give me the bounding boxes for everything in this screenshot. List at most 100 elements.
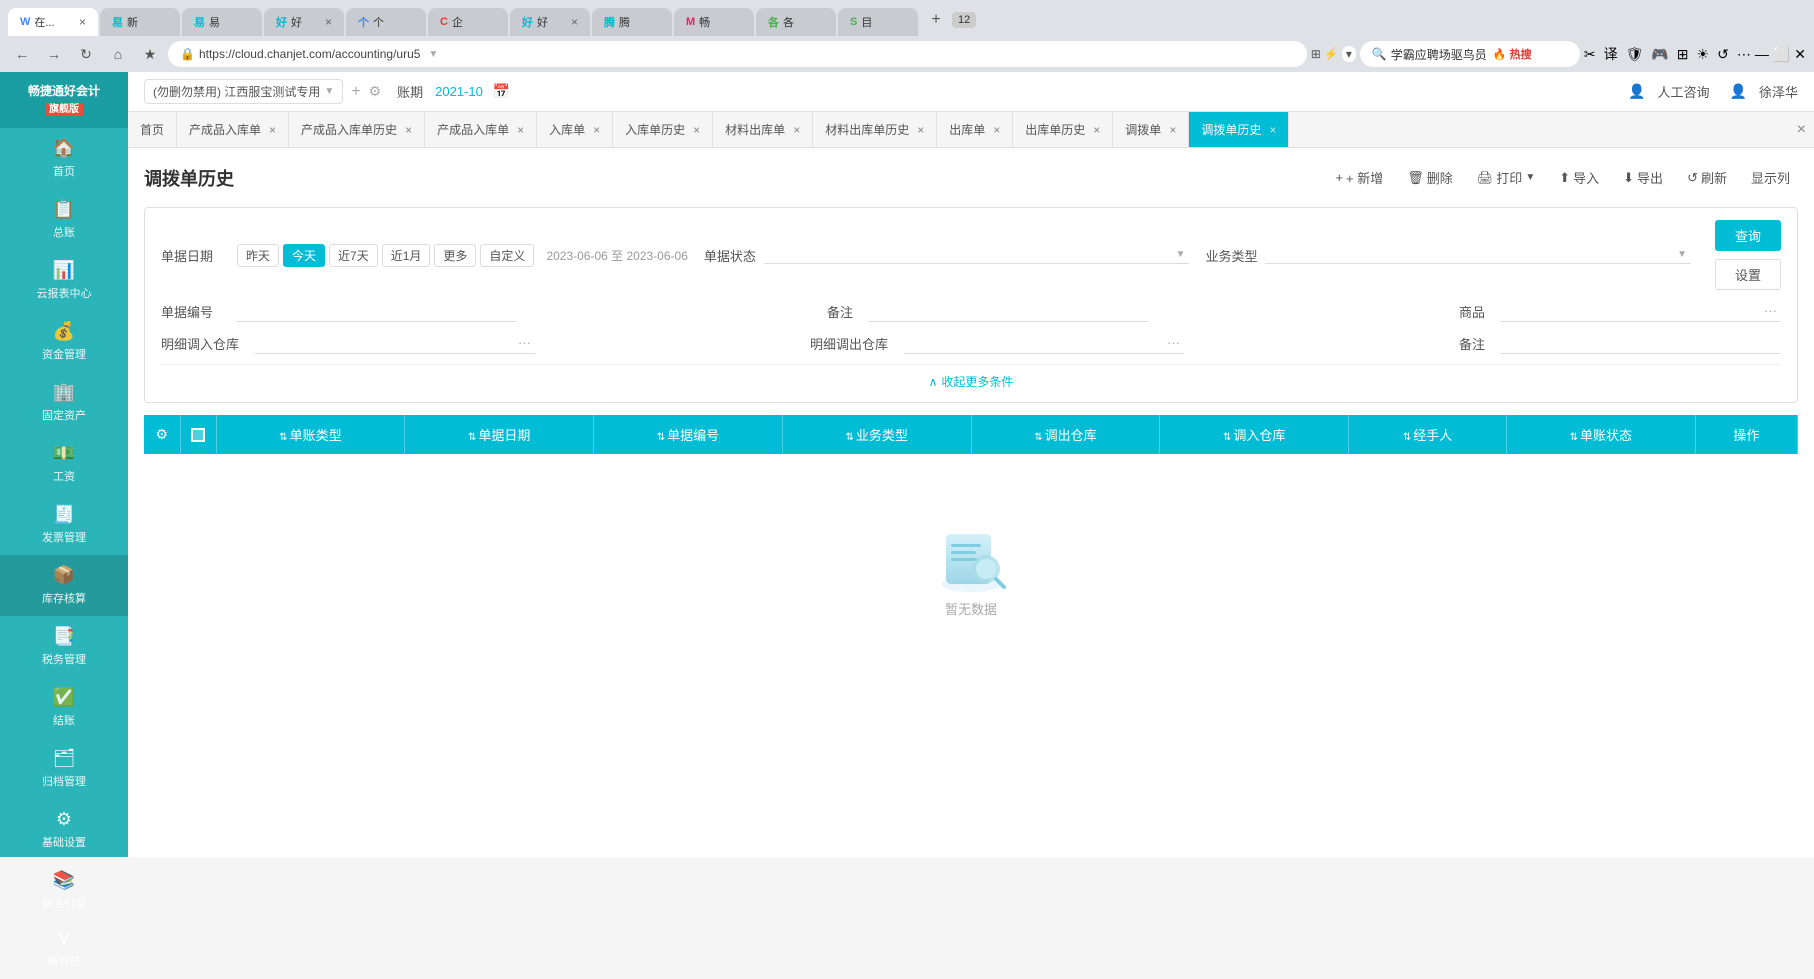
display-cols-btn[interactable]: 显示列 <box>1743 164 1798 191</box>
browser-tab-8[interactable]: 腾 腾 <box>592 8 672 36</box>
new-tab-btn[interactable]: + <box>924 8 948 32</box>
browser-tab-5[interactable]: 个 个 <box>346 8 426 36</box>
detail-in-ellipsis[interactable]: ··· <box>514 335 535 350</box>
col-doc-number[interactable]: ⇅单据编号 <box>594 415 783 454</box>
detail-out-input[interactable] <box>904 332 1163 353</box>
tab-out-history-close[interactable]: × <box>1093 123 1100 137</box>
doc-status-select[interactable]: ▼ <box>764 246 1190 264</box>
add-company-btn[interactable]: + <box>351 83 360 101</box>
delete-btn[interactable]: 🗑 删除 <box>1399 164 1461 191</box>
detail-remark-input[interactable] <box>1501 332 1781 354</box>
sidebar-item-inventory[interactable]: 📦 库存核算 <box>0 555 128 616</box>
app-tab-warehouse[interactable]: 入库单 × <box>537 112 613 148</box>
home-btn[interactable]: ⌂ <box>104 40 132 68</box>
query-btn[interactable]: 查询 <box>1715 220 1781 251</box>
sidebar-item-closing[interactable]: ✅ 结账 <box>0 677 128 738</box>
app-tab-material-out-history[interactable]: 材料出库单历史 × <box>813 112 937 148</box>
tab-warehouse-close[interactable]: × <box>593 123 600 137</box>
browser-tab-1[interactable]: W 在... × <box>8 8 98 36</box>
tab1-close[interactable]: × <box>79 15 86 29</box>
tab-out-close[interactable]: × <box>993 123 1000 137</box>
app-tab-out-history[interactable]: 出库单历史 × <box>1013 112 1113 148</box>
scissors-icon[interactable]: ✂ <box>1584 46 1596 63</box>
date-today-btn[interactable]: 今天 <box>283 244 325 267</box>
customer-service-label[interactable]: 人工咨询 <box>1658 82 1710 101</box>
tab-inbound-history-close[interactable]: × <box>405 123 412 137</box>
sidebar-item-archive[interactable]: 🗂 归档管理 <box>0 738 128 799</box>
print-btn[interactable]: 🖨 打印 ▼ <box>1469 164 1543 191</box>
doc-number-input[interactable] <box>237 300 517 322</box>
more-icon[interactable]: ⋯ <box>1737 46 1751 63</box>
browser-tab-4[interactable]: 好 好 × <box>264 8 344 36</box>
browser-tab-11[interactable]: S 目 <box>838 8 918 36</box>
forward-btn[interactable]: → <box>40 40 68 68</box>
sidebar-item-assets[interactable]: 🏢 固定资产 <box>0 372 128 433</box>
tab-transfer-history-close[interactable]: × <box>1269 123 1276 137</box>
col-doc-status[interactable]: ⇅单账状态 <box>1506 415 1695 454</box>
goods-ellipsis[interactable]: ··· <box>1760 303 1781 318</box>
browser-tab-3[interactable]: 易 易 <box>182 8 262 36</box>
table-gear-header[interactable]: ⚙ <box>144 415 180 454</box>
date-more-btn[interactable]: 更多 <box>434 244 476 267</box>
remark-input[interactable] <box>869 300 1149 322</box>
date-1month-btn[interactable]: 近1月 <box>382 244 431 267</box>
username[interactable]: 徐泽华 <box>1759 82 1798 101</box>
tab-transfer-close[interactable]: × <box>1169 123 1176 137</box>
sun-icon[interactable]: ☀ <box>1697 46 1710 63</box>
close-btn[interactable]: ✕ <box>1794 46 1806 63</box>
app-tab-inbound2[interactable]: 产成品入库单 × <box>425 112 537 148</box>
tab-material-out-close[interactable]: × <box>793 123 800 137</box>
table-checkbox-header[interactable] <box>180 415 216 454</box>
app-tab-transfer-history[interactable]: 调拨单历史 × <box>1189 112 1289 148</box>
col-doc-type[interactable]: ⇅单账类型 <box>216 415 405 454</box>
app-tab-material-out[interactable]: 材料出库单 × <box>713 112 813 148</box>
app-tab-out[interactable]: 出库单 × <box>937 112 1013 148</box>
collapse-btn[interactable]: ∧ 收起更多条件 <box>161 364 1781 390</box>
address-bar[interactable]: 🔒 https://cloud.chanjet.com/accounting/u… <box>168 41 1307 67</box>
tab4-close[interactable]: × <box>325 15 332 29</box>
date-yesterday-btn[interactable]: 昨天 <box>237 244 279 267</box>
tab-bar-close-all[interactable]: × <box>1797 121 1806 139</box>
browser-tab-2[interactable]: 易 新 <box>100 8 180 36</box>
tab-warehouse-history-close[interactable]: × <box>693 123 700 137</box>
date-7days-btn[interactable]: 近7天 <box>329 244 378 267</box>
company-selector[interactable]: (勿删勿禁用) 江西服宝测试专用 ▼ <box>144 79 343 104</box>
refresh-btn[interactable]: ↺ 刷新 <box>1679 164 1735 191</box>
detail-in-input[interactable] <box>255 332 514 353</box>
sidebar-item-member[interactable]: V 畅会员 <box>0 921 128 979</box>
sidebar-item-ledger[interactable]: 📋 总账 <box>0 189 128 250</box>
detail-out-ellipsis[interactable]: ··· <box>1163 335 1184 350</box>
tab-inbound-close[interactable]: × <box>269 123 276 137</box>
search-bar[interactable]: 🔍 学霸应聘场驱鸟员 🔥 热搜 <box>1360 41 1580 67</box>
col-handler[interactable]: ⇅经手人 <box>1349 415 1507 454</box>
sidebar-item-settings[interactable]: ⚙ 基础设置 <box>0 799 128 860</box>
settings-gear-icon[interactable]: ⚙ <box>369 83 382 100</box>
sidebar-item-guide[interactable]: 📚 新手引导 <box>0 860 128 921</box>
minimize-btn[interactable]: — <box>1755 46 1769 63</box>
app-tab-home[interactable]: 首页 <box>128 112 177 148</box>
calendar-icon[interactable]: 📅 <box>493 83 510 100</box>
browser-tab-7[interactable]: 好 好 × <box>510 8 590 36</box>
export-btn[interactable]: ⬇ 导出 <box>1615 164 1671 191</box>
col-biz-type[interactable]: ⇅业务类型 <box>782 415 971 454</box>
bookmark-btn[interactable]: ★ <box>136 40 164 68</box>
tab-material-out-history-close[interactable]: × <box>917 123 924 137</box>
app-tab-inbound[interactable]: 产成品入库单 × <box>177 112 289 148</box>
sidebar-item-tax[interactable]: 📑 税务管理 <box>0 616 128 677</box>
col-doc-date[interactable]: ⇅单据日期 <box>405 415 594 454</box>
sidebar-item-funds[interactable]: 💰 资金管理 <box>0 311 128 372</box>
filter-settings-btn[interactable]: 设置 <box>1715 259 1781 290</box>
sidebar-item-invoice[interactable]: 🧾 发票管理 <box>0 494 128 555</box>
sidebar-item-home[interactable]: 🏠 首页 <box>0 128 128 189</box>
app-tab-warehouse-history[interactable]: 入库单历史 × <box>613 112 713 148</box>
app-tab-inbound-history[interactable]: 产成品入库单历史 × <box>289 112 425 148</box>
translate-icon[interactable]: 译 <box>1604 44 1618 64</box>
sidebar-item-reports[interactable]: 📊 云报表中心 <box>0 250 128 311</box>
goods-input[interactable] <box>1501 300 1760 321</box>
col-in-warehouse[interactable]: ⇅调入仓库 <box>1160 415 1349 454</box>
app-tab-transfer[interactable]: 调拨单 × <box>1113 112 1189 148</box>
shield-icon[interactable]: 🛡 <box>1626 46 1644 63</box>
import-btn[interactable]: ⬆ 导入 <box>1551 164 1607 191</box>
maximize-btn[interactable]: ⬜ <box>1773 46 1790 63</box>
col-out-warehouse[interactable]: ⇅调出仓库 <box>971 415 1160 454</box>
